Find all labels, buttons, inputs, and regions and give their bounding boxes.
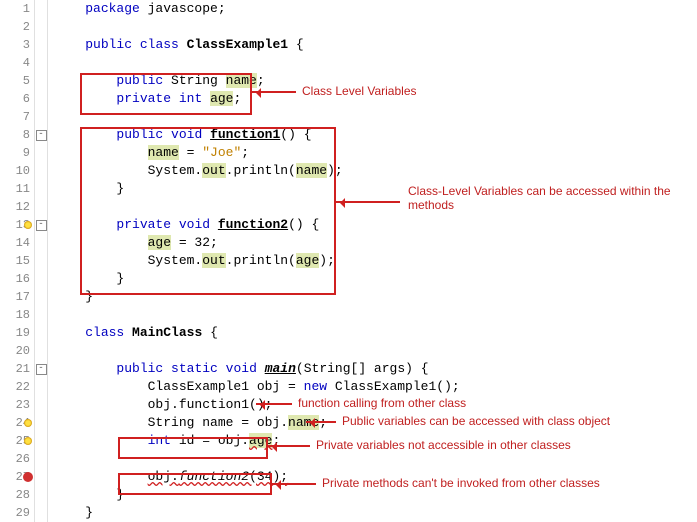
- code-line[interactable]: package javascope;: [54, 0, 697, 18]
- gutter-cell: [35, 108, 47, 126]
- code-line[interactable]: public String name;: [54, 72, 697, 90]
- line-number: 15: [0, 252, 30, 270]
- gutter-cell: [35, 54, 47, 72]
- code-line[interactable]: class MainClass {: [54, 324, 697, 342]
- code-line[interactable]: System.out.println(name);: [54, 162, 697, 180]
- code-line[interactable]: [54, 108, 697, 126]
- gutter-cell: [35, 270, 47, 288]
- code-line[interactable]: ClassExample1 obj = new ClassExample1();: [54, 378, 697, 396]
- gutter-cell: [35, 36, 47, 54]
- line-number: 26: [0, 450, 30, 468]
- gutter-cell: [35, 252, 47, 270]
- code-line[interactable]: String name = obj.name;: [54, 414, 697, 432]
- line-number: 20: [0, 342, 30, 360]
- code-line[interactable]: }: [54, 504, 697, 522]
- lightbulb-icon[interactable]: [24, 437, 32, 445]
- code-line[interactable]: private void function2() {: [54, 216, 697, 234]
- gutter-cell: [35, 378, 47, 396]
- code-line[interactable]: [54, 450, 697, 468]
- line-number: 22: [0, 378, 30, 396]
- line-number: 1: [0, 0, 30, 18]
- line-number: 3: [0, 36, 30, 54]
- code-line[interactable]: [54, 306, 697, 324]
- error-icon[interactable]: [23, 472, 33, 482]
- fold-icon[interactable]: -: [36, 220, 47, 231]
- gutter-cell: [35, 90, 47, 108]
- line-number: 9: [0, 144, 30, 162]
- gutter-cell: [35, 198, 47, 216]
- fold-icon[interactable]: -: [36, 364, 47, 375]
- code-line[interactable]: [54, 54, 697, 72]
- line-number: 4: [0, 54, 30, 72]
- code-line[interactable]: public class ClassExample1 {: [54, 36, 697, 54]
- code-line[interactable]: }: [54, 288, 697, 306]
- line-number: 8: [0, 126, 30, 144]
- gutter-cell: [35, 144, 47, 162]
- line-number: 21: [0, 360, 30, 378]
- gutter-cell: [35, 72, 47, 90]
- gutter-cell: [35, 450, 47, 468]
- line-number: 18: [0, 306, 30, 324]
- gutter-cell: [35, 324, 47, 342]
- gutter-cell: [35, 306, 47, 324]
- gutter-cell: [35, 396, 47, 414]
- gutter-cell: [35, 486, 47, 504]
- code-line[interactable]: System.out.println(age);: [54, 252, 697, 270]
- gutter-cell: [35, 504, 47, 522]
- lightbulb-icon[interactable]: [24, 221, 32, 229]
- gutter-cell: [35, 432, 47, 450]
- gutter-cell: [35, 414, 47, 432]
- line-number: 16: [0, 270, 30, 288]
- code-line[interactable]: [54, 342, 697, 360]
- gutter-cell: [35, 18, 47, 36]
- code-area: package javascope; public class ClassExa…: [48, 0, 697, 522]
- fold-gutter: - - -: [35, 0, 48, 522]
- code-editor: 1234567891011121314151617181920212223242…: [0, 0, 697, 522]
- gutter-cell: -: [35, 360, 47, 378]
- code-line[interactable]: [54, 18, 697, 36]
- line-number: 28: [0, 486, 30, 504]
- code-line[interactable]: }: [54, 180, 697, 198]
- line-number: 12: [0, 198, 30, 216]
- line-number: 14: [0, 234, 30, 252]
- code-line[interactable]: name = "Joe";: [54, 144, 697, 162]
- code-line[interactable]: private int age;: [54, 90, 697, 108]
- gutter-cell: -: [35, 126, 47, 144]
- fold-icon[interactable]: -: [36, 130, 47, 141]
- code-line[interactable]: [54, 198, 697, 216]
- code-line[interactable]: }: [54, 270, 697, 288]
- line-number: 23: [0, 396, 30, 414]
- line-number: 5: [0, 72, 30, 90]
- lightbulb-icon[interactable]: [24, 419, 32, 427]
- gutter-cell: -: [35, 216, 47, 234]
- line-number: 17: [0, 288, 30, 306]
- code-line[interactable]: public void function1() {: [54, 126, 697, 144]
- line-number: 7: [0, 108, 30, 126]
- line-number: 11: [0, 180, 30, 198]
- line-number: 19: [0, 324, 30, 342]
- gutter-cell: [35, 468, 47, 486]
- gutter-cell: [35, 342, 47, 360]
- line-number: 29: [0, 504, 30, 522]
- line-number: 2: [0, 18, 30, 36]
- code-line[interactable]: obj.function2(34);: [54, 468, 697, 486]
- code-line[interactable]: }: [54, 486, 697, 504]
- gutter-cell: [35, 288, 47, 306]
- code-line[interactable]: int id = obj.age;: [54, 432, 697, 450]
- code-line[interactable]: age = 32;: [54, 234, 697, 252]
- gutter-cell: [35, 162, 47, 180]
- code-line[interactable]: public static void main(String[] args) {: [54, 360, 697, 378]
- gutter-cell: [35, 180, 47, 198]
- gutter-cell: [35, 234, 47, 252]
- line-number: 10: [0, 162, 30, 180]
- line-number: 6: [0, 90, 30, 108]
- gutter-cell: [35, 0, 47, 18]
- code-line[interactable]: obj.function1();: [54, 396, 697, 414]
